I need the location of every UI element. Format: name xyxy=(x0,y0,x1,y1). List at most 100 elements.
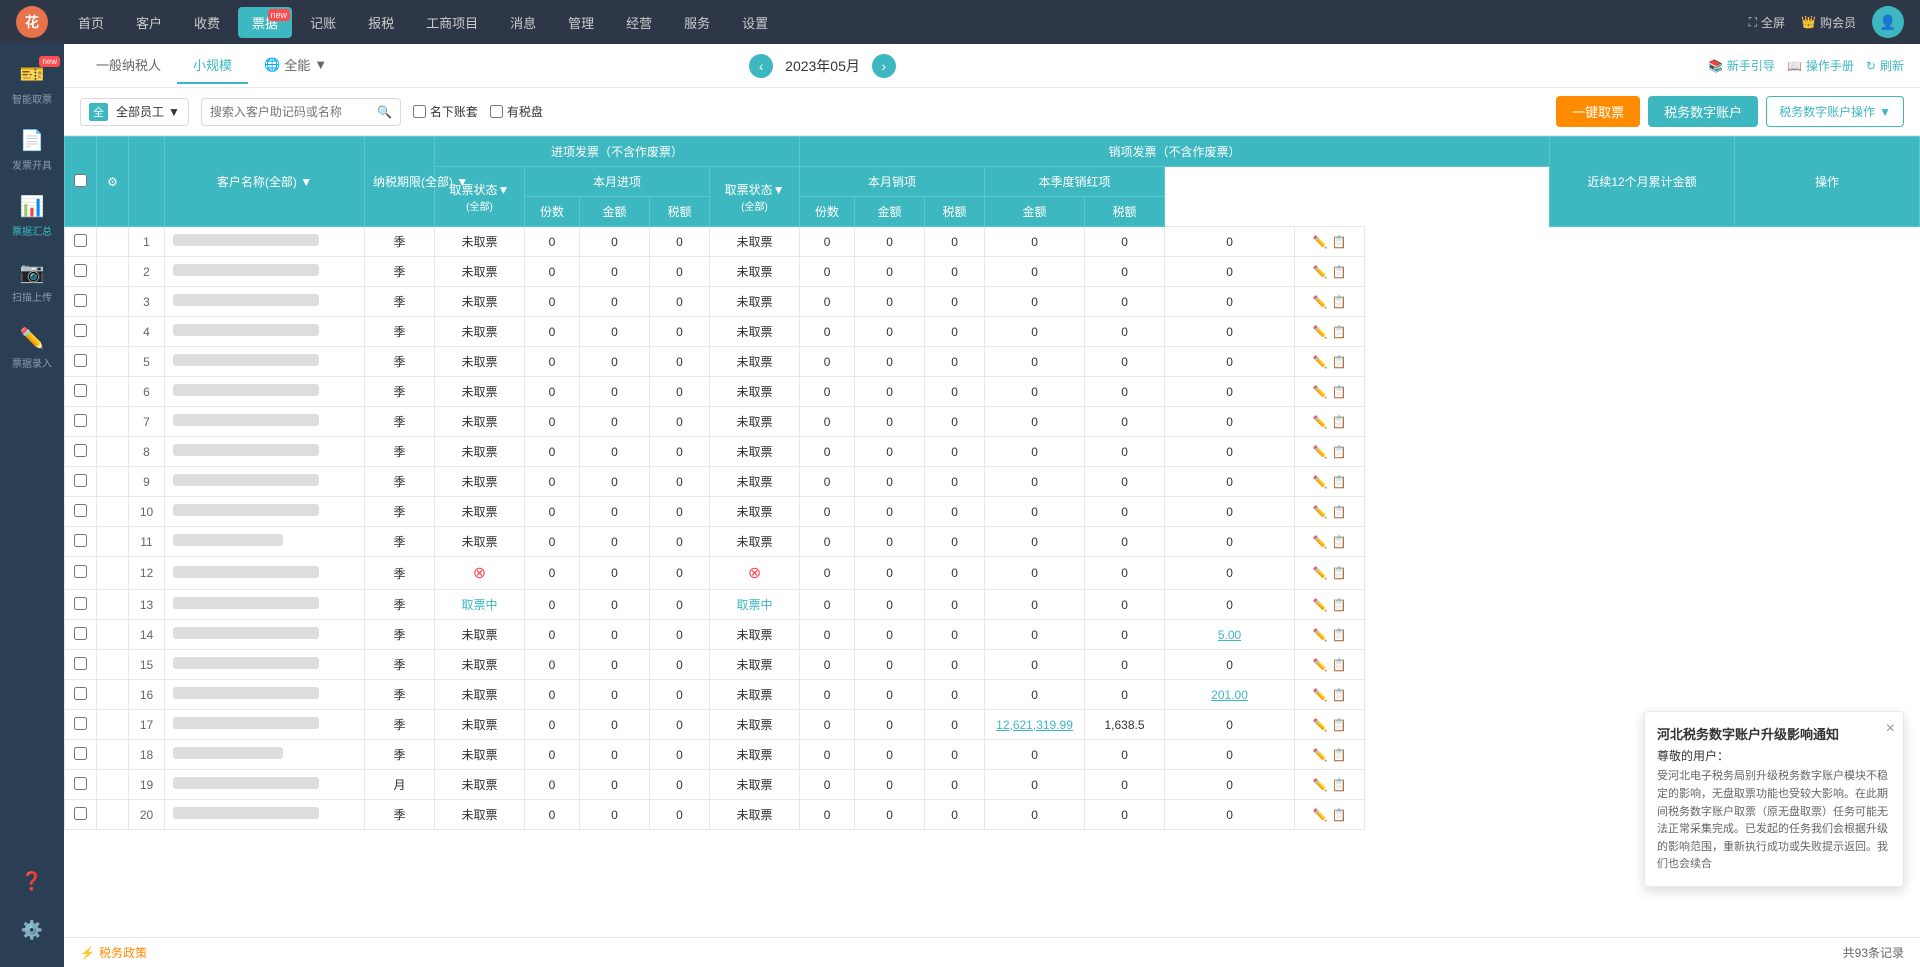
tax-digital-ops-btn[interactable]: 税务数字账户操作 ▼ xyxy=(1766,96,1904,127)
nav-customer[interactable]: 客户 xyxy=(122,7,176,38)
row-checkbox-19[interactable] xyxy=(74,777,87,790)
edit-btn[interactable]: ✏️ xyxy=(1313,475,1328,489)
row-client-name[interactable] xyxy=(165,620,365,650)
th-client-name[interactable]: 客户名称(全部) ▼ xyxy=(165,137,365,227)
row-checkbox-4[interactable] xyxy=(74,324,87,337)
nav-settings[interactable]: 设置 xyxy=(728,7,782,38)
copy-btn[interactable]: 📋 xyxy=(1332,748,1347,762)
next-month-btn[interactable]: › xyxy=(872,54,896,78)
row-checkbox-17[interactable] xyxy=(74,717,87,730)
row-client-name[interactable] xyxy=(165,497,365,527)
row-checkbox-9[interactable] xyxy=(74,474,87,487)
row-client-name[interactable] xyxy=(165,437,365,467)
copy-btn[interactable]: 📋 xyxy=(1332,598,1347,612)
copy-btn[interactable]: 📋 xyxy=(1332,628,1347,642)
search-box[interactable]: 🔍 xyxy=(201,98,401,126)
row-client-name[interactable] xyxy=(165,317,365,347)
sidebar-item-summary[interactable]: 📊 票据汇总 xyxy=(0,184,64,248)
tax-digital-account-btn[interactable]: 税务数字账户 xyxy=(1648,96,1758,127)
guide-btn[interactable]: 📚 新手引导 xyxy=(1708,57,1775,74)
copy-btn[interactable]: 📋 xyxy=(1332,808,1347,822)
row-client-name[interactable] xyxy=(165,800,365,830)
edit-btn[interactable]: ✏️ xyxy=(1313,628,1328,642)
sidebar-item-issue[interactable]: 📄 发票开具 xyxy=(0,118,64,182)
row-client-name[interactable] xyxy=(165,680,365,710)
nav-message[interactable]: 消息 xyxy=(496,7,550,38)
copy-btn[interactable]: 📋 xyxy=(1332,415,1347,429)
row-checkbox-5[interactable] xyxy=(74,354,87,367)
row-checkbox-13[interactable] xyxy=(74,597,87,610)
th-out-status[interactable]: 取票状态▼(全部) xyxy=(710,167,800,227)
sidebar-item-scan[interactable]: 📷 扫描上传 xyxy=(0,250,64,314)
sidebar-help[interactable]: ❓ xyxy=(0,861,64,902)
copy-btn[interactable]: 📋 xyxy=(1332,475,1347,489)
copy-btn[interactable]: 📋 xyxy=(1332,566,1347,580)
edit-btn[interactable]: ✏️ xyxy=(1313,748,1328,762)
under-account-checkbox[interactable]: 名下账套 xyxy=(413,103,478,120)
tab-all[interactable]: 🌐 全能 ▼ xyxy=(248,47,343,84)
edit-btn[interactable]: ✏️ xyxy=(1313,355,1328,369)
row-checkbox-10[interactable] xyxy=(74,504,87,517)
edit-btn[interactable]: ✏️ xyxy=(1313,265,1328,279)
row-client-name[interactable] xyxy=(165,227,365,257)
user-avatar[interactable]: 👤 xyxy=(1872,6,1904,38)
edit-btn[interactable]: ✏️ xyxy=(1313,505,1328,519)
copy-btn[interactable]: 📋 xyxy=(1332,688,1347,702)
edit-btn[interactable]: ✏️ xyxy=(1313,688,1328,702)
tax-policy-link[interactable]: ⚡ 税务政策 xyxy=(80,944,147,961)
nav-manage[interactable]: 管理 xyxy=(554,7,608,38)
sidebar-item-entry[interactable]: ✏️ 票据录入 xyxy=(0,316,64,380)
edit-btn[interactable]: ✏️ xyxy=(1313,295,1328,309)
edit-btn[interactable]: ✏️ xyxy=(1313,808,1328,822)
one-click-ticket-btn[interactable]: 一键取票 xyxy=(1556,96,1640,127)
edit-btn[interactable]: ✏️ xyxy=(1313,598,1328,612)
row-client-name[interactable] xyxy=(165,590,365,620)
nav-tax[interactable]: 报税 xyxy=(354,7,408,38)
row-checkbox-15[interactable] xyxy=(74,657,87,670)
row-client-name[interactable] xyxy=(165,347,365,377)
row-client-name[interactable] xyxy=(165,287,365,317)
row-checkbox-12[interactable] xyxy=(74,565,87,578)
fullscreen-btn[interactable]: ⛶ 全屏 xyxy=(1749,14,1785,31)
edit-btn[interactable]: ✏️ xyxy=(1313,718,1328,732)
member-btn[interactable]: 👑 购会员 xyxy=(1801,14,1856,31)
under-account-input[interactable] xyxy=(413,105,426,118)
row-checkbox-3[interactable] xyxy=(74,294,87,307)
sidebar-settings-bottom[interactable]: ⚙️ xyxy=(0,910,64,951)
edit-btn[interactable]: ✏️ xyxy=(1313,445,1328,459)
edit-btn[interactable]: ✏️ xyxy=(1313,658,1328,672)
row-checkbox-18[interactable] xyxy=(74,747,87,760)
refresh-btn[interactable]: ↻ 刷新 xyxy=(1866,57,1904,74)
row-checkbox-1[interactable] xyxy=(74,234,87,247)
row-client-name[interactable] xyxy=(165,710,365,740)
copy-btn[interactable]: 📋 xyxy=(1332,355,1347,369)
copy-btn[interactable]: 📋 xyxy=(1332,505,1347,519)
nav-home[interactable]: 首页 xyxy=(64,7,118,38)
row-checkbox-2[interactable] xyxy=(74,264,87,277)
copy-btn[interactable]: 📋 xyxy=(1332,658,1347,672)
row-client-name[interactable] xyxy=(165,257,365,287)
row-client-name[interactable] xyxy=(165,527,365,557)
popup-close-btn[interactable]: × xyxy=(1886,720,1895,738)
edit-btn[interactable]: ✏️ xyxy=(1313,778,1328,792)
edit-btn[interactable]: ✏️ xyxy=(1313,415,1328,429)
copy-btn[interactable]: 📋 xyxy=(1332,265,1347,279)
edit-btn[interactable]: ✏️ xyxy=(1313,235,1328,249)
nav-operation[interactable]: 经营 xyxy=(612,7,666,38)
row-client-name[interactable] xyxy=(165,740,365,770)
row-checkbox-14[interactable] xyxy=(74,627,87,640)
row-checkbox-11[interactable] xyxy=(74,534,87,547)
has-tax-disk-input[interactable] xyxy=(490,105,503,118)
row-client-name[interactable] xyxy=(165,557,365,590)
select-all-checkbox[interactable] xyxy=(74,174,87,187)
search-input[interactable] xyxy=(210,105,377,119)
copy-btn[interactable]: 📋 xyxy=(1332,535,1347,549)
prev-month-btn[interactable]: ‹ xyxy=(749,54,773,78)
copy-btn[interactable]: 📋 xyxy=(1332,778,1347,792)
edit-btn[interactable]: ✏️ xyxy=(1313,325,1328,339)
row-client-name[interactable] xyxy=(165,770,365,800)
copy-btn[interactable]: 📋 xyxy=(1332,445,1347,459)
tab-general-taxpayer[interactable]: 一般纳税人 xyxy=(80,47,177,84)
row-client-name[interactable] xyxy=(165,407,365,437)
copy-btn[interactable]: 📋 xyxy=(1332,235,1347,249)
